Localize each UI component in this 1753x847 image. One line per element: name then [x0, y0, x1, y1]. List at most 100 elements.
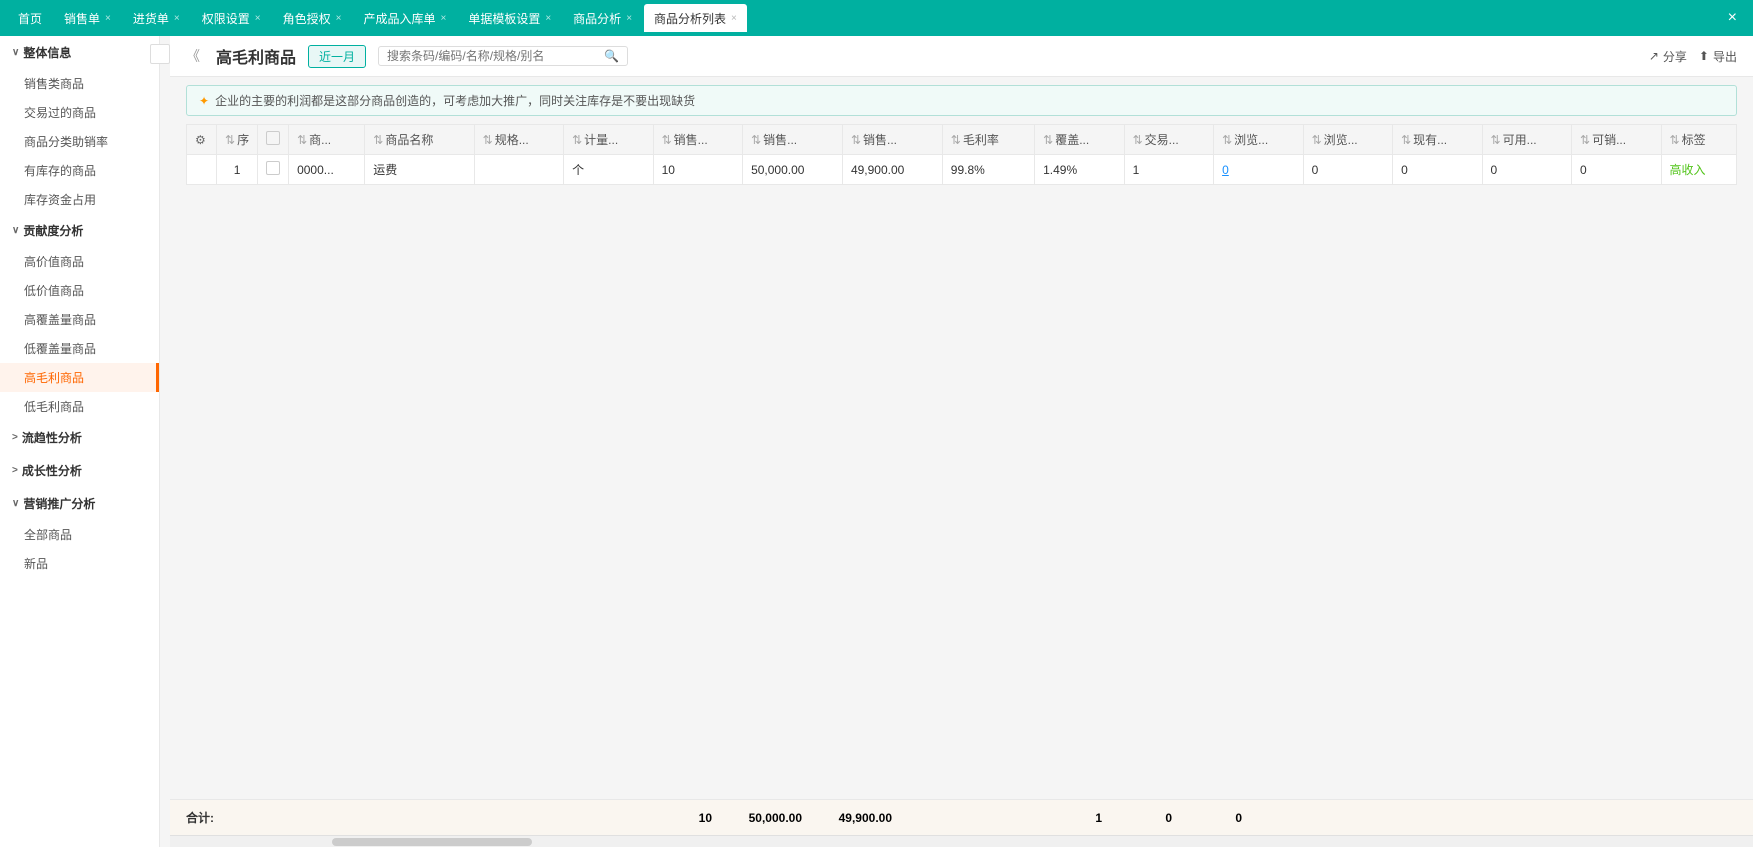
content-area: 《 高毛利商品 近一月 🔍 ↗ 分享 ⬆ 导出 ✦ 企业的主要的利润都是这部: [170, 36, 1753, 847]
nav-tab-close-进货单[interactable]: ×: [174, 13, 180, 24]
col-header-sales_qty[interactable]: ⇅销售...: [653, 125, 742, 155]
header-right-actions: ↗ 分享 ⬆ 导出: [1649, 48, 1737, 65]
col-header-sales_amt[interactable]: ⇅销售...: [743, 125, 843, 155]
sidebar-item-低价值商品[interactable]: 低价值商品: [0, 276, 159, 305]
col-header-spec[interactable]: ⇅规格...: [474, 125, 563, 155]
col-header-available[interactable]: ⇅可用...: [1482, 125, 1571, 155]
nav-tab-close-商品分析[interactable]: ×: [626, 13, 632, 24]
sidebar-group-流趋性分析[interactable]: > 流趋性分析: [0, 421, 159, 454]
nav-tab-单据模板设置[interactable]: 单据模板设置×: [458, 4, 561, 32]
sidebar-item-库存资金占用[interactable]: 库存资金占用: [0, 185, 159, 214]
nav-tab-进货单[interactable]: 进货单×: [123, 4, 190, 32]
footer-bar: 合计: 1050,000.0049,900.00100: [170, 799, 1753, 835]
sidebar-group-label: 流趋性分析: [22, 429, 82, 446]
search-icon[interactable]: 🔍: [604, 49, 619, 63]
sidebar-item-低毛利商品[interactable]: 低毛利商品: [0, 392, 159, 421]
col-header-name[interactable]: ⇅商品名称: [365, 125, 474, 155]
col-header-check[interactable]: [258, 125, 289, 155]
col-header-sales_profit[interactable]: ⇅销售...: [842, 125, 942, 155]
nav-tab-角色授权[interactable]: 角色授权×: [273, 4, 352, 32]
col-header-unit[interactable]: ⇅计量...: [564, 125, 653, 155]
table-container: ⚙⇅序⇅商...⇅商品名称⇅规格...⇅计量...⇅销售...⇅销售...⇅销售…: [170, 124, 1753, 799]
cell-browse1[interactable]: 0: [1214, 155, 1303, 185]
sidebar-item-高毛利商品[interactable]: 高毛利商品: [0, 363, 159, 392]
sidebar-item-新品[interactable]: 新品: [0, 549, 159, 578]
sidebar-group-arrow: ∨: [12, 498, 19, 509]
col-header-seq[interactable]: ⇅序: [217, 125, 258, 155]
sidebar-item-销售类商品[interactable]: 销售类商品: [0, 69, 159, 98]
footer-cell-10: [900, 811, 970, 825]
col-sort-icon: ⇅: [483, 133, 493, 147]
close-all-button[interactable]: ×: [1720, 9, 1745, 27]
col-header-tag[interactable]: ⇅标签: [1661, 125, 1736, 155]
cell-margin_rate: 99.8%: [942, 155, 1034, 185]
nav-tab-销售单[interactable]: 销售单×: [54, 4, 121, 32]
cell-code[interactable]: 0000...: [289, 155, 365, 185]
cell-seq: 1: [217, 155, 258, 185]
select-all-checkbox[interactable]: [266, 131, 280, 145]
col-header-coverage[interactable]: ⇅覆盖...: [1035, 125, 1124, 155]
col-header-sellable[interactable]: ⇅可销...: [1572, 125, 1661, 155]
col-header-browse2[interactable]: ⇅浏览...: [1303, 125, 1392, 155]
export-button[interactable]: ⬆ 导出: [1699, 48, 1737, 65]
nav-tab-产成品入库单[interactable]: 产成品入库单×: [353, 4, 456, 32]
sidebar-item-交易过的商品[interactable]: 交易过的商品: [0, 98, 159, 127]
sidebar-group-成长性分析[interactable]: >成长性分析: [0, 454, 159, 487]
row-checkbox[interactable]: [266, 161, 280, 175]
nav-tab-close-销售单[interactable]: ×: [105, 13, 111, 24]
nav-tab-close-产成品入库单[interactable]: ×: [440, 13, 446, 24]
browse-link[interactable]: 0: [1222, 163, 1229, 177]
share-icon: ↗: [1649, 49, 1659, 63]
sidebar-item-高覆盖量商品[interactable]: 高覆盖量商品: [0, 305, 159, 334]
sidebar-group-整体信息[interactable]: ∨整体信息: [0, 36, 159, 69]
scroll-thumb[interactable]: [332, 838, 532, 846]
sidebar-item-商品分类助销率[interactable]: 商品分类助销率: [0, 127, 159, 156]
col-header-code[interactable]: ⇅商...: [289, 125, 365, 155]
nav-tab-商品分析[interactable]: 商品分析×: [563, 4, 642, 32]
nav-tab-close-权限设置[interactable]: ×: [255, 13, 261, 24]
sidebar-item-有库存的商品[interactable]: 有库存的商品: [0, 156, 159, 185]
nav-tab-商品分析列表[interactable]: 商品分析列表×: [644, 4, 747, 32]
col-sort-icon: ⇅: [1491, 133, 1501, 147]
col-sort-icon: ⇅: [1222, 133, 1232, 147]
horizontal-scrollbar[interactable]: [170, 835, 1753, 847]
collapse-sidebar-button[interactable]: [150, 44, 170, 64]
footer-cell-9: 49,900.00: [810, 811, 900, 825]
footer-cell-15: [1250, 811, 1320, 825]
col-header-current_stock[interactable]: ⇅现有...: [1393, 125, 1482, 155]
col-header-trade[interactable]: ⇅交易...: [1124, 125, 1213, 155]
footer-cell-11: [970, 811, 1040, 825]
nav-tab-权限设置[interactable]: 权限设置×: [192, 4, 271, 32]
search-box: 🔍: [378, 46, 628, 66]
content-header: 《 高毛利商品 近一月 🔍 ↗ 分享 ⬆ 导出: [170, 36, 1753, 77]
gear-icon[interactable]: ⚙: [195, 133, 206, 147]
share-button[interactable]: ↗ 分享: [1649, 48, 1687, 65]
filter-recent-month-button[interactable]: 近一月: [308, 45, 366, 68]
col-sort-icon: ⇅: [851, 133, 861, 147]
col-header-browse1[interactable]: ⇅浏览...: [1214, 125, 1303, 155]
col-header-margin_rate[interactable]: ⇅毛利率: [942, 125, 1034, 155]
sidebar-item-高价值商品[interactable]: 高价值商品: [0, 247, 159, 276]
search-input[interactable]: [387, 49, 604, 63]
export-icon: ⬆: [1699, 49, 1709, 63]
sidebar-group-label: 成长性分析: [22, 462, 82, 479]
cell-browse2: 0: [1303, 155, 1392, 185]
sidebar-collapse-icon[interactable]: 《: [186, 46, 200, 66]
nav-tab-首页[interactable]: 首页: [8, 4, 52, 32]
sidebar-group-arrow: >: [12, 432, 18, 443]
sidebar-item-低覆盖量商品[interactable]: 低覆盖量商品: [0, 334, 159, 363]
col-sort-icon: ⇅: [1043, 133, 1053, 147]
nav-tab-close-角色授权[interactable]: ×: [336, 13, 342, 24]
sidebar-item-全部商品[interactable]: 全部商品: [0, 520, 159, 549]
sidebar-group-贡献度分析[interactable]: ∨贡献度分析: [0, 214, 159, 247]
col-sort-icon: ⇅: [951, 133, 961, 147]
sidebar-group-营销推广分析[interactable]: ∨营销推广分析: [0, 487, 159, 520]
footer-cell-1: [260, 811, 300, 825]
col-sort-icon: ⇅: [1312, 133, 1322, 147]
nav-tab-close-商品分析列表[interactable]: ×: [731, 13, 737, 24]
nav-tab-close-单据模板设置[interactable]: ×: [545, 13, 551, 24]
main-layout: ∨整体信息销售类商品交易过的商品商品分类助销率有库存的商品库存资金占用∨贡献度分…: [0, 36, 1753, 847]
footer-cell-8: 50,000.00: [720, 811, 810, 825]
cell-sellable: 0: [1572, 155, 1661, 185]
cell-spec: [474, 155, 563, 185]
